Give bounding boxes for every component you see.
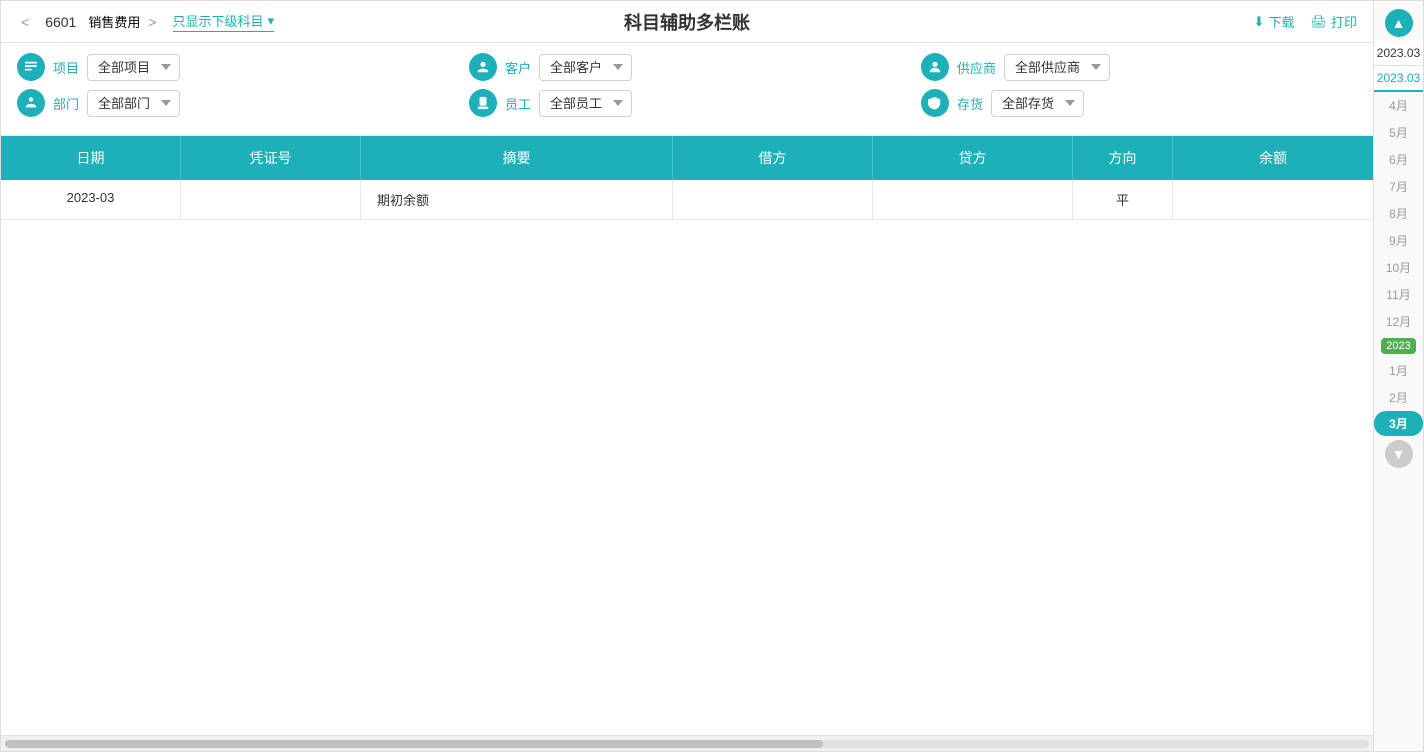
show-sub-arrow-icon: ▾	[268, 13, 275, 29]
project-select[interactable]: 全部项目	[87, 54, 180, 81]
cell-direction: 平	[1073, 180, 1173, 219]
col-header-voucher: 凭证号	[181, 136, 361, 180]
cell-summary: 期初余额	[361, 180, 673, 219]
filter-item-employee: 员工 全部员工	[469, 89, 905, 117]
account-name: 销售费用	[88, 12, 140, 31]
timeline-year-badge[interactable]: 2023	[1381, 338, 1415, 354]
show-sub-toggle[interactable]: 只显示下级科目 ▾	[173, 11, 275, 32]
header-actions: ⬇ 下载 🖨 打印	[1254, 12, 1357, 31]
print-button[interactable]: 🖨 打印	[1310, 12, 1357, 31]
timeline-item-8[interactable]: 8月	[1374, 200, 1423, 227]
timeline-item-11[interactable]: 11月	[1374, 281, 1423, 308]
header-bar: < 6601 销售费用 > 只显示下级科目 ▾ 科目辅助多栏账 ⬇ 下载 🖨 打…	[1, 1, 1373, 43]
employee-select-wrapper: 全部员工	[539, 90, 905, 117]
col-header-summary: 摘要	[361, 136, 673, 180]
supplier-label: 供应商	[957, 58, 996, 77]
filter-item-project: 项目 全部项目	[17, 53, 453, 81]
department-select[interactable]: 全部部门	[87, 90, 180, 117]
inventory-label: 存货	[957, 94, 983, 113]
timeline-item-selected[interactable]: 2023.03	[1374, 66, 1423, 92]
horizontal-scrollbar[interactable]	[1, 735, 1373, 751]
table-row: 2023-03 期初余额 平	[1, 180, 1373, 220]
scroll-track	[5, 740, 1369, 748]
timeline-scroll-up-button[interactable]: ▲	[1385, 9, 1413, 37]
employee-icon	[469, 89, 497, 117]
main-content-area: < 6601 销售费用 > 只显示下级科目 ▾ 科目辅助多栏账 ⬇ 下载 🖨 打…	[1, 1, 1373, 735]
timeline-item-7[interactable]: 7月	[1374, 173, 1423, 200]
nav-arrows: < 6601 销售费用 >	[17, 12, 161, 32]
show-sub-label: 只显示下级科目	[173, 11, 264, 30]
main-window: < 6601 销售费用 > 只显示下级科目 ▾ 科目辅助多栏账 ⬇ 下载 🖨 打…	[0, 0, 1424, 752]
cell-balance	[1173, 180, 1373, 219]
inventory-icon	[921, 89, 949, 117]
data-table: 日期 凭证号 摘要 借方 贷方 方向 余额 2023-03 期初余额 平	[1, 136, 1373, 220]
cell-date: 2023-03	[1, 180, 181, 219]
filter-item-inventory: 存货 全部存货	[921, 89, 1357, 117]
supplier-icon	[921, 53, 949, 81]
filter-item-department: 部门 全部部门	[17, 89, 453, 117]
timeline-item-10[interactable]: 10月	[1374, 254, 1423, 281]
timeline-scroll-down-button[interactable]: ▼	[1385, 440, 1413, 468]
project-label: 项目	[53, 58, 79, 77]
timeline-sidebar: ▲ 2023.03 2023.03 4月 5月 6月 7月 8月 9月 10月 …	[1373, 1, 1423, 751]
cell-credit	[873, 180, 1073, 219]
department-icon	[17, 89, 45, 117]
employee-label: 员工	[505, 94, 531, 113]
customer-label: 客户	[505, 58, 531, 77]
customer-select-wrapper: 全部客户	[539, 54, 905, 81]
download-button[interactable]: ⬇ 下载	[1254, 12, 1295, 31]
col-header-direction: 方向	[1073, 136, 1173, 180]
print-label: 打印	[1331, 12, 1357, 31]
timeline-item-5[interactable]: 5月	[1374, 119, 1423, 146]
filter-item-customer: 客户 全部客户	[469, 53, 905, 81]
supplier-select-wrapper: 全部供应商	[1004, 54, 1357, 81]
col-header-date: 日期	[1, 136, 181, 180]
employee-select[interactable]: 全部员工	[539, 90, 632, 117]
project-icon	[17, 53, 45, 81]
col-header-balance: 余额	[1173, 136, 1373, 180]
department-label: 部门	[53, 94, 79, 113]
filter-row-2: 部门 全部部门 员工 全部员工	[17, 89, 1357, 117]
timeline-item-9[interactable]: 9月	[1374, 227, 1423, 254]
table-header: 日期 凭证号 摘要 借方 贷方 方向 余额	[1, 136, 1373, 180]
customer-select[interactable]: 全部客户	[539, 54, 632, 81]
department-select-wrapper: 全部部门	[87, 90, 453, 117]
timeline-item-1[interactable]: 1月	[1374, 357, 1423, 384]
timeline-item-header-1[interactable]: 2023.03	[1374, 41, 1423, 66]
cell-debit	[673, 180, 873, 219]
filter-item-supplier: 供应商 全部供应商	[921, 53, 1357, 81]
prev-account-button[interactable]: <	[17, 12, 33, 32]
page-title: 科目辅助多栏账	[624, 9, 750, 35]
account-code: 6601	[45, 14, 76, 30]
download-icon: ⬇	[1254, 14, 1265, 30]
inventory-select[interactable]: 全部存货	[991, 90, 1084, 117]
col-header-credit: 贷方	[873, 136, 1073, 180]
timeline-item-12[interactable]: 12月	[1374, 308, 1423, 335]
inventory-select-wrapper: 全部存货	[991, 90, 1357, 117]
timeline-item-4[interactable]: 4月	[1374, 92, 1423, 119]
col-header-debit: 借方	[673, 136, 873, 180]
cell-voucher	[181, 180, 361, 219]
print-icon: 🖨	[1310, 14, 1327, 30]
project-select-wrapper: 全部项目	[87, 54, 453, 81]
timeline-item-3-active[interactable]: 3月	[1374, 411, 1423, 436]
next-account-button[interactable]: >	[144, 12, 160, 32]
timeline-item-6[interactable]: 6月	[1374, 146, 1423, 173]
filter-area: 项目 全部项目 客户 全部客户	[1, 43, 1373, 136]
download-label: 下载	[1268, 12, 1294, 31]
customer-icon	[469, 53, 497, 81]
filter-row-1: 项目 全部项目 客户 全部客户	[17, 53, 1357, 81]
timeline-item-2[interactable]: 2月	[1374, 384, 1423, 411]
supplier-select[interactable]: 全部供应商	[1004, 54, 1110, 81]
scroll-thumb[interactable]	[5, 740, 823, 748]
